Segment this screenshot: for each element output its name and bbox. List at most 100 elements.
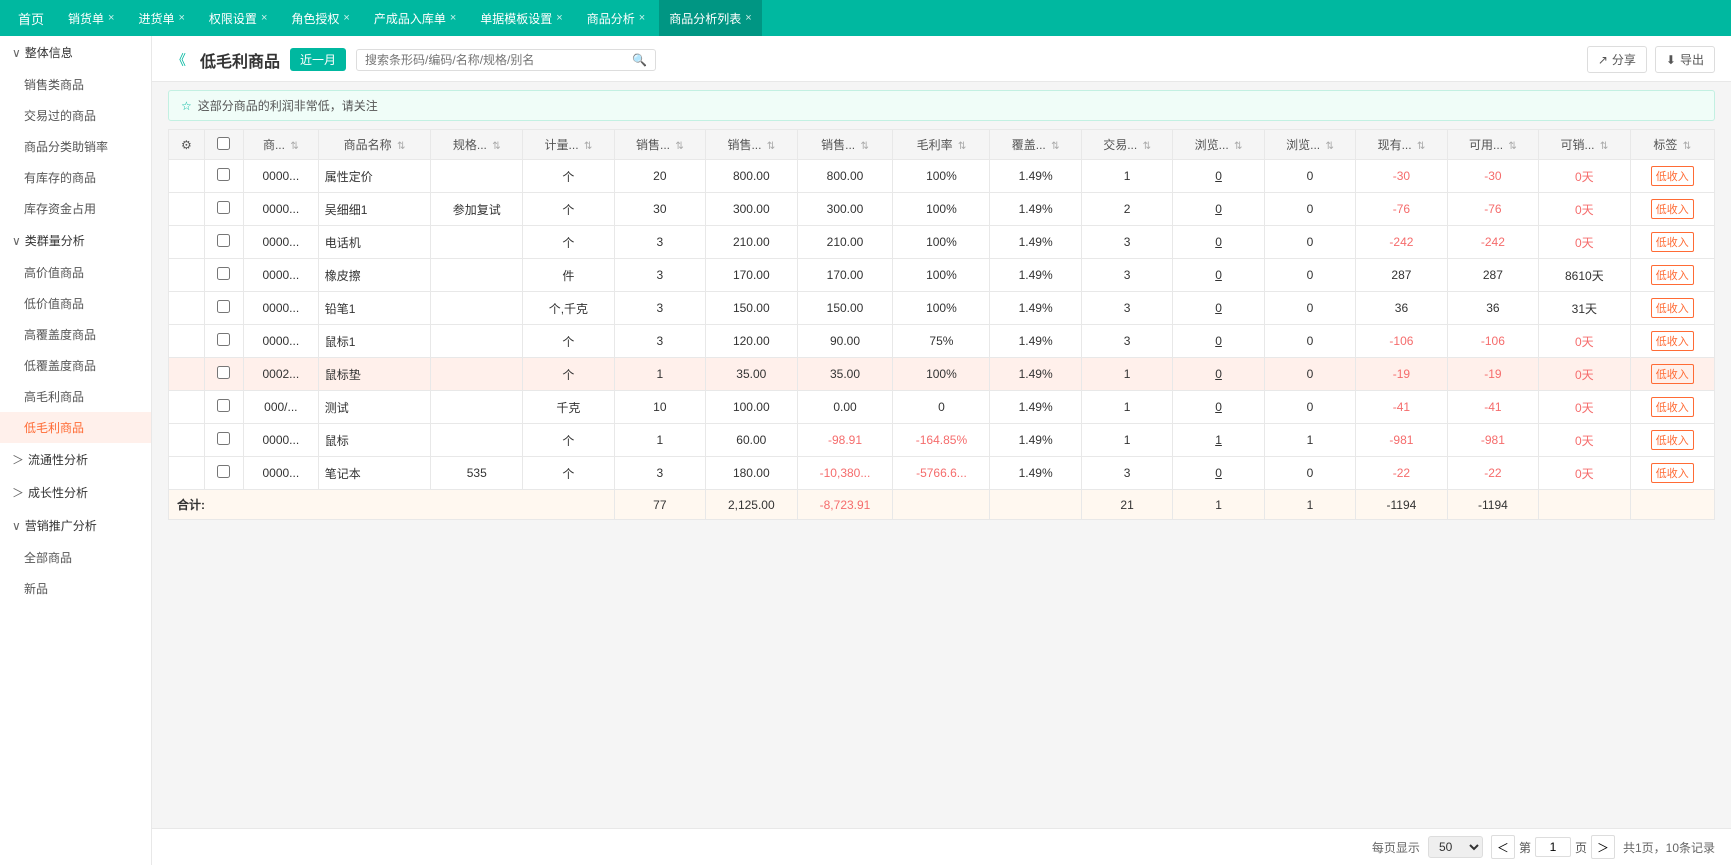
row-browse1[interactable]: 0 (1173, 259, 1264, 292)
prev-page-button[interactable]: ＜ (1491, 835, 1515, 859)
row-checkbox[interactable] (204, 325, 243, 358)
row-transaction: 1 (1081, 358, 1172, 391)
sidebar-item-low-profit[interactable]: 低毛利商品 (0, 412, 151, 443)
total-sales-amt: 2,125.00 (706, 490, 797, 520)
row-current-stock: -22 (1356, 457, 1447, 490)
row-checkbox[interactable] (204, 259, 243, 292)
row-browse1[interactable]: 0 (1173, 457, 1264, 490)
nav-template[interactable]: 单据模板设置 × (470, 0, 572, 36)
col-name[interactable]: 商品名称 ⇅ (318, 130, 431, 160)
col-browse1[interactable]: 浏览... ⇅ (1173, 130, 1264, 160)
sidebar-item-all-goods[interactable]: 全部商品 (0, 542, 151, 573)
close-template-tab[interactable]: × (556, 12, 562, 24)
row-checkbox[interactable] (204, 160, 243, 193)
col-unit[interactable]: 计量... ⇅ (523, 130, 614, 160)
row-sales-qty: 20 (614, 160, 705, 193)
col-coverage[interactable]: 覆盖... ⇅ (990, 130, 1081, 160)
col-sales-profit[interactable]: 销售... ⇅ (797, 130, 893, 160)
close-purchase-tab[interactable]: × (178, 12, 184, 24)
sidebar-item-category-rate[interactable]: 商品分类助销率 (0, 131, 151, 162)
sidebar-item-new-goods[interactable]: 新品 (0, 573, 151, 604)
date-filter-button[interactable]: 近一月 (290, 48, 346, 71)
row-code: 0000... (243, 292, 318, 325)
sidebar-group-circulation[interactable]: ＞ 流通性分析 (0, 443, 151, 476)
sidebar-collapse-button[interactable]: 《 (168, 50, 190, 70)
close-sales-tab[interactable]: × (108, 12, 114, 24)
row-browse1[interactable]: 0 (1173, 292, 1264, 325)
search-icon[interactable]: 🔍 (632, 53, 647, 67)
close-list-tab[interactable]: × (745, 12, 751, 24)
sidebar-item-stock-capital[interactable]: 库存资金占用 (0, 193, 151, 224)
row-current-stock: -242 (1356, 226, 1447, 259)
sidebar-group-marketing[interactable]: ∨ 营销推广分析 (0, 509, 151, 542)
table-container[interactable]: ⚙ 商... ⇅ 商品名称 ⇅ 规格... ⇅ 计量... ⇅ 销售... ⇅ … (152, 129, 1731, 828)
col-gross-margin[interactable]: 毛利率 ⇅ (893, 130, 990, 160)
nav-purchase[interactable]: 进货单 × (128, 0, 194, 36)
sidebar-group-growth[interactable]: ＞ 成长性分析 (0, 476, 151, 509)
col-spec[interactable]: 规格... ⇅ (431, 130, 523, 160)
row-current-stock: -76 (1356, 193, 1447, 226)
sidebar-item-high-coverage[interactable]: 高覆盖度商品 (0, 319, 151, 350)
nav-sales[interactable]: 销货单 × (58, 0, 124, 36)
row-available: -22 (1447, 457, 1538, 490)
sidebar-item-sales-goods[interactable]: 销售类商品 (0, 69, 151, 100)
col-sales-qty[interactable]: 销售... ⇅ (614, 130, 705, 160)
sidebar-group-cluster[interactable]: ∨ 类群量分析 (0, 224, 151, 257)
row-checkbox[interactable] (204, 457, 243, 490)
row-browse2: 0 (1264, 358, 1355, 391)
nav-home[interactable]: 首页 (8, 0, 54, 36)
col-browse2[interactable]: 浏览... ⇅ (1264, 130, 1355, 160)
nav-product-stock[interactable]: 产成品入库单 × (364, 0, 466, 36)
row-checkbox[interactable] (204, 292, 243, 325)
close-permission-tab[interactable]: × (261, 12, 267, 24)
close-goods-tab[interactable]: × (639, 12, 645, 24)
col-current-stock[interactable]: 现有... ⇅ (1356, 130, 1447, 160)
sidebar-item-traded-goods[interactable]: 交易过的商品 (0, 100, 151, 131)
export-button[interactable]: ⬇ 导出 (1655, 46, 1715, 73)
row-browse1[interactable]: 1 (1173, 424, 1264, 457)
next-page-button[interactable]: ＞ (1591, 835, 1615, 859)
row-checkbox[interactable] (204, 193, 243, 226)
share-button[interactable]: ↗ 分享 (1587, 46, 1647, 73)
row-browse1[interactable]: 0 (1173, 325, 1264, 358)
select-all-checkbox[interactable] (217, 137, 230, 150)
row-coverage: 1.49% (990, 424, 1081, 457)
col-sales-amt[interactable]: 销售... ⇅ (706, 130, 797, 160)
nav-goods-analysis[interactable]: 商品分析 × (577, 0, 655, 36)
nav-role-auth[interactable]: 角色授权 × (281, 0, 359, 36)
sidebar-item-low-value[interactable]: 低价值商品 (0, 288, 151, 319)
row-checkbox[interactable] (204, 424, 243, 457)
row-browse1[interactable]: 0 (1173, 226, 1264, 259)
row-browse1[interactable]: 0 (1173, 193, 1264, 226)
sidebar-item-stocked-goods[interactable]: 有库存的商品 (0, 162, 151, 193)
search-input[interactable] (365, 53, 628, 67)
row-browse1[interactable]: 0 (1173, 391, 1264, 424)
nav-goods-analysis-list[interactable]: 商品分析列表 × (659, 0, 761, 36)
per-page-select[interactable]: 50 100 200 (1428, 836, 1483, 858)
sidebar-item-high-profit[interactable]: 高毛利商品 (0, 381, 151, 412)
close-product-tab[interactable]: × (450, 12, 456, 24)
col-code[interactable]: 商... ⇅ (243, 130, 318, 160)
nav-permission[interactable]: 权限设置 × (199, 0, 277, 36)
row-browse1[interactable]: 0 (1173, 160, 1264, 193)
sidebar-group-overall[interactable]: ∨ 整体信息 (0, 36, 151, 69)
row-unit: 千克 (523, 391, 614, 424)
col-transaction[interactable]: 交易... ⇅ (1081, 130, 1172, 160)
row-tag: 低收入 (1630, 292, 1714, 325)
page-input[interactable] (1535, 837, 1571, 857)
col-settings[interactable]: ⚙ (169, 130, 205, 160)
sidebar-item-low-coverage[interactable]: 低覆盖度商品 (0, 350, 151, 381)
row-browse1[interactable]: 0 (1173, 358, 1264, 391)
row-spec: 535 (431, 457, 523, 490)
row-checkbox[interactable] (204, 358, 243, 391)
sidebar-item-high-value[interactable]: 高价值商品 (0, 257, 151, 288)
close-role-tab[interactable]: × (343, 12, 349, 24)
col-tag[interactable]: 标签 ⇅ (1630, 130, 1714, 160)
col-saleable[interactable]: 可销... ⇅ (1539, 130, 1630, 160)
table-row: 0000... 铅笔1 个,千克 3 150.00 150.00 100% 1.… (169, 292, 1715, 325)
row-checkbox[interactable] (204, 391, 243, 424)
row-checkbox[interactable] (204, 226, 243, 259)
row-tag: 低收入 (1630, 325, 1714, 358)
table-row: 000/... 测试 千克 10 100.00 0.00 0 1.49% 1 0… (169, 391, 1715, 424)
col-available[interactable]: 可用... ⇅ (1447, 130, 1538, 160)
